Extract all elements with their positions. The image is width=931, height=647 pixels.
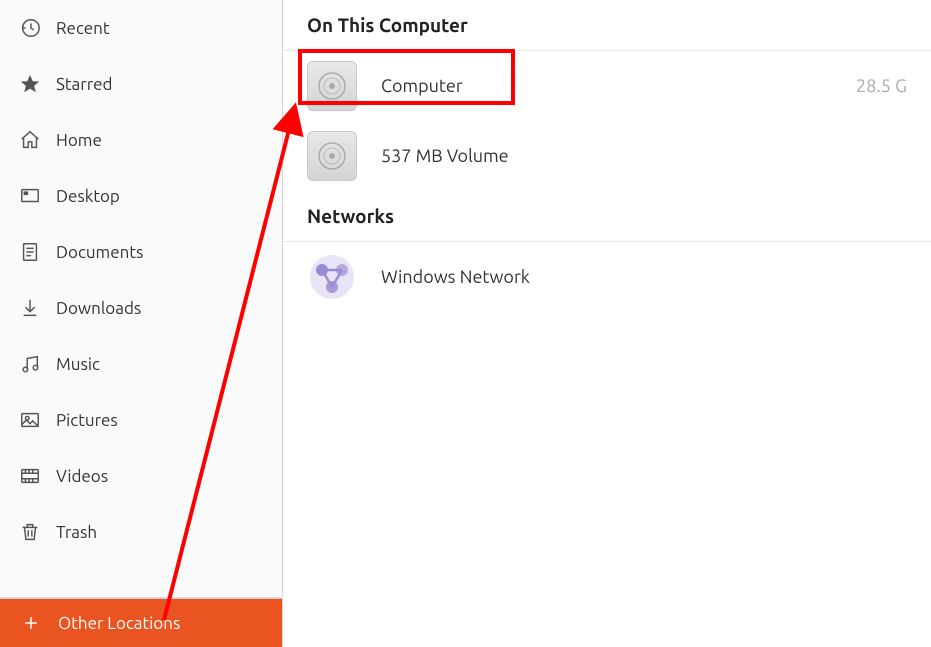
documents-icon: [16, 241, 44, 263]
download-icon: [16, 297, 44, 319]
harddisk-icon: [307, 131, 357, 181]
sidebar-item-music[interactable]: Music: [0, 336, 282, 392]
sidebar-item-label: Recent: [56, 19, 110, 38]
sidebar-item-label: Home: [56, 131, 102, 150]
sidebar-item-documents[interactable]: Documents: [0, 224, 282, 280]
drive-label: 537 MB Volume: [381, 146, 907, 166]
sidebar-item-recent[interactable]: Recent: [0, 0, 282, 56]
sidebar-item-other-locations[interactable]: Other Locations: [0, 599, 282, 647]
section-header-computer: On This Computer: [283, 0, 931, 51]
music-icon: [16, 353, 44, 375]
sidebar-item-starred[interactable]: Starred: [0, 56, 282, 112]
sidebar-item-home[interactable]: Home: [0, 112, 282, 168]
plus-icon: [22, 614, 44, 632]
home-icon: [16, 129, 44, 151]
sidebar-item-trash[interactable]: Trash: [0, 504, 282, 560]
sidebar: Recent Starred Home Desktop: [0, 0, 283, 647]
sidebar-item-label: Pictures: [56, 411, 118, 430]
harddisk-icon: [307, 61, 357, 111]
videos-icon: [16, 465, 44, 487]
recent-icon: [16, 17, 44, 39]
star-icon: [16, 73, 44, 95]
pictures-icon: [16, 409, 44, 431]
sidebar-item-desktop[interactable]: Desktop: [0, 168, 282, 224]
sidebar-item-label: Videos: [56, 467, 108, 486]
network-row[interactable]: Windows Network: [283, 242, 931, 312]
sidebar-item-label: Trash: [56, 523, 97, 542]
sidebar-item-downloads[interactable]: Downloads: [0, 280, 282, 336]
network-icon: [307, 252, 357, 302]
sidebar-item-label: Desktop: [56, 187, 120, 206]
main-content: On This Computer Computer 28.5 G 537 MB …: [283, 0, 931, 647]
network-label: Windows Network: [381, 267, 907, 287]
desktop-icon: [16, 185, 44, 207]
sidebar-item-label: Documents: [56, 243, 143, 262]
sidebar-items: Recent Starred Home Desktop: [0, 0, 282, 597]
trash-icon: [16, 521, 44, 543]
sidebar-item-label: Starred: [56, 75, 113, 94]
sidebar-item-videos[interactable]: Videos: [0, 448, 282, 504]
drive-label: Computer: [381, 76, 856, 96]
sidebar-item-label: Music: [56, 355, 100, 374]
drive-size: 28.5 G: [856, 76, 907, 96]
sidebar-item-pictures[interactable]: Pictures: [0, 392, 282, 448]
section-header-networks: Networks: [283, 191, 931, 242]
drive-row-volume[interactable]: 537 MB Volume: [283, 121, 931, 191]
sidebar-item-label: Downloads: [56, 299, 141, 318]
drive-row-computer[interactable]: Computer 28.5 G: [283, 51, 931, 121]
other-locations-label: Other Locations: [58, 614, 180, 633]
